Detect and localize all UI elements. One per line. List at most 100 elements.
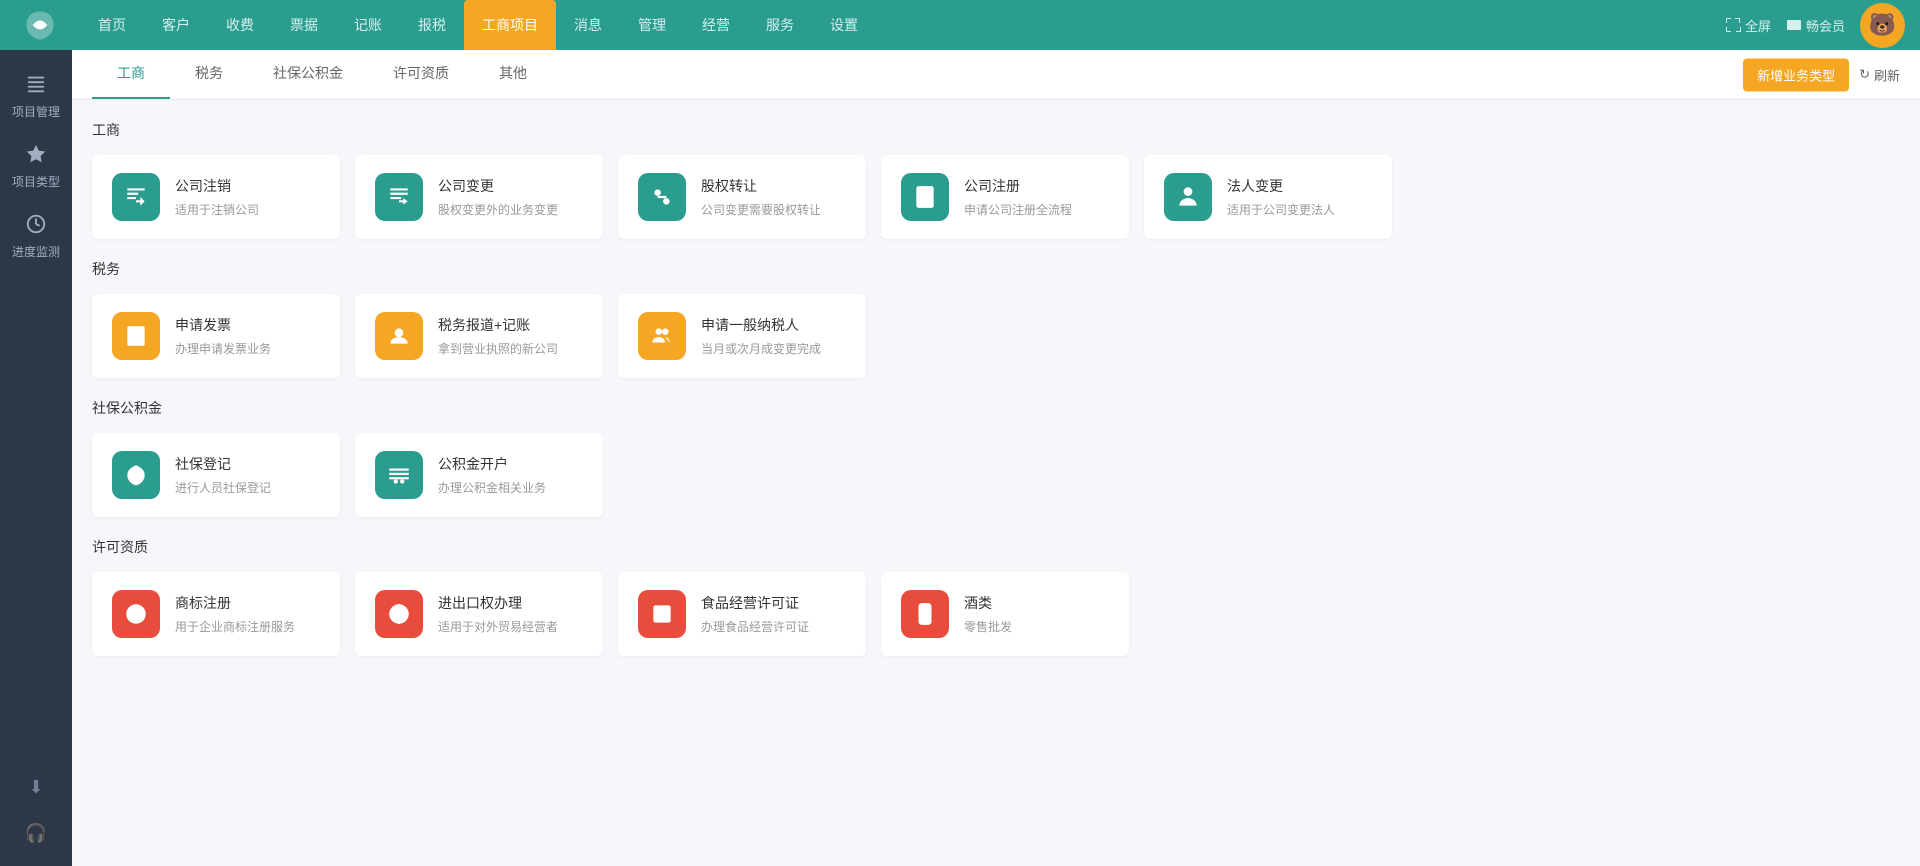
card-info-import-export: 进出口权办理 适用于对外贸易经营者 bbox=[438, 593, 583, 635]
card-title-company-change: 公司变更 bbox=[438, 176, 583, 196]
card-title-housing-fund: 公积金开户 bbox=[438, 454, 583, 474]
sidebar-label-project-management: 项目管理 bbox=[12, 103, 60, 120]
card-title-import-export: 进出口权办理 bbox=[438, 593, 583, 613]
icon-tax-accounting bbox=[375, 312, 423, 360]
card-info-tax-accounting: 税务报道+记账 拿到营业执照的新公司 bbox=[438, 315, 583, 357]
card-desc-trademark: 用于企业商标注册服务 bbox=[175, 618, 320, 635]
card-desc-liquor: 零售批发 bbox=[964, 618, 1109, 635]
nav-manage[interactable]: 管理 bbox=[620, 0, 684, 50]
card-desc-legal-change: 适用于公司变更法人 bbox=[1227, 201, 1372, 218]
icon-legal-change bbox=[1164, 173, 1212, 221]
icon-housing-fund bbox=[375, 451, 423, 499]
icon-import-export bbox=[375, 590, 423, 638]
nav-fee[interactable]: 收费 bbox=[208, 0, 272, 50]
card-housing-fund[interactable]: 公积金开户 办理公积金相关业务 bbox=[355, 433, 603, 517]
new-type-button[interactable]: 新增业务类型 bbox=[1743, 58, 1849, 91]
list-icon bbox=[22, 70, 50, 98]
sidebar-item-project-type[interactable]: 项目类型 bbox=[0, 130, 72, 200]
top-right: 全屏 畅会员 🐻 bbox=[1725, 3, 1920, 48]
nav-operate[interactable]: 经营 bbox=[684, 0, 748, 50]
card-title-social-insurance: 社保登记 bbox=[175, 454, 320, 474]
card-company-register[interactable]: 公司注册 申请公司注册全流程 bbox=[881, 155, 1129, 239]
nav-industry[interactable]: 工商项目 bbox=[464, 0, 556, 50]
tab-bar: 工商 税务 社保公积金 许可资质 其他 新增业务类型 ↻ 刷新 bbox=[72, 50, 1920, 100]
card-trademark[interactable]: ® 商标注册 用于企业商标注册服务 bbox=[92, 572, 340, 656]
nav-message[interactable]: 消息 bbox=[556, 0, 620, 50]
card-desc-company-cancel: 适用于注销公司 bbox=[175, 201, 320, 218]
membership-btn[interactable]: 畅会员 bbox=[1786, 16, 1845, 35]
card-desc-equity-transfer: 公司变更需要股权转让 bbox=[701, 201, 846, 218]
fullscreen-btn[interactable]: 全屏 bbox=[1725, 16, 1771, 35]
sidebar-label-project-type: 项目类型 bbox=[12, 173, 60, 190]
card-desc-tax-accounting: 拿到营业执照的新公司 bbox=[438, 340, 583, 357]
icon-food-permit bbox=[638, 590, 686, 638]
tab-bar-actions: 新增业务类型 ↻ 刷新 bbox=[1743, 58, 1900, 91]
refresh-icon: ↻ bbox=[1859, 67, 1870, 83]
cards-grid-permit: ® 商标注册 用于企业商标注册服务 进出口权办理 适用于对外贸易经营者 bbox=[92, 572, 1900, 656]
card-title-tax-accounting: 税务报道+记账 bbox=[438, 315, 583, 335]
icon-trademark: ® bbox=[112, 590, 160, 638]
card-general-taxpayer[interactable]: 申请一般纳税人 当月或次月成变更完成 bbox=[618, 294, 866, 378]
mascot-avatar[interactable]: 🐻 bbox=[1860, 3, 1905, 48]
nav-customer[interactable]: 客户 bbox=[144, 0, 208, 50]
nav-settings[interactable]: 设置 bbox=[812, 0, 876, 50]
section-title-industry: 工商 bbox=[92, 120, 1900, 140]
card-equity-transfer[interactable]: 股权转让 公司变更需要股权转让 bbox=[618, 155, 866, 239]
nav-account[interactable]: 记账 bbox=[336, 0, 400, 50]
nav-home[interactable]: 首页 bbox=[80, 0, 144, 50]
tab-permit[interactable]: 许可资质 bbox=[368, 50, 474, 99]
card-import-export[interactable]: 进出口权办理 适用于对外贸易经营者 bbox=[355, 572, 603, 656]
card-liquor[interactable]: 酒类 零售批发 bbox=[881, 572, 1129, 656]
logo bbox=[10, 7, 70, 43]
card-desc-company-change: 股权变更外的业务变更 bbox=[438, 201, 583, 218]
card-info-company-change: 公司变更 股权变更外的业务变更 bbox=[438, 176, 583, 218]
card-desc-general-taxpayer: 当月或次月成变更完成 bbox=[701, 340, 846, 357]
nav-bill[interactable]: 票据 bbox=[272, 0, 336, 50]
icon-general-taxpayer bbox=[638, 312, 686, 360]
card-title-food-permit: 食品经营许可证 bbox=[701, 593, 846, 613]
card-invoice[interactable]: 申请发票 办理申请发票业务 bbox=[92, 294, 340, 378]
tab-tax[interactable]: 税务 bbox=[170, 50, 248, 99]
card-title-equity-transfer: 股权转让 bbox=[701, 176, 846, 196]
card-title-trademark: 商标注册 bbox=[175, 593, 320, 613]
tab-other[interactable]: 其他 bbox=[474, 50, 552, 99]
card-info-legal-change: 法人变更 适用于公司变更法人 bbox=[1227, 176, 1372, 218]
card-legal-change[interactable]: 法人变更 适用于公司变更法人 bbox=[1144, 155, 1392, 239]
card-social-insurance[interactable]: 社保登记 进行人员社保登记 bbox=[92, 433, 340, 517]
card-tax-accounting[interactable]: 税务报道+记账 拿到营业执照的新公司 bbox=[355, 294, 603, 378]
card-title-invoice: 申请发票 bbox=[175, 315, 320, 335]
card-desc-social-insurance: 进行人员社保登记 bbox=[175, 479, 320, 496]
card-company-cancel[interactable]: 公司注销 适用于注销公司 bbox=[92, 155, 340, 239]
scroll-content[interactable]: 工商 公司注销 适用于注销公司 公司变更 bbox=[72, 100, 1920, 866]
icon-company-cancel bbox=[112, 173, 160, 221]
cards-grid-tax: 申请发票 办理申请发票业务 税务报道+记账 拿到营业执照的新公司 bbox=[92, 294, 1900, 378]
card-desc-invoice: 办理申请发票业务 bbox=[175, 340, 320, 357]
svg-text:®: ® bbox=[132, 607, 142, 622]
main-layout: 项目管理 项目类型 进度监测 ⬇ 🎧 工商 税务 社保公积金 许可资质 其他 bbox=[0, 50, 1920, 866]
card-desc-food-permit: 办理食品经营许可证 bbox=[701, 618, 846, 635]
sidebar-item-progress[interactable]: 进度监测 bbox=[0, 200, 72, 270]
card-title-company-register: 公司注册 bbox=[964, 176, 1109, 196]
nav-tax[interactable]: 报税 bbox=[400, 0, 464, 50]
nav-service[interactable]: 服务 bbox=[748, 0, 812, 50]
card-info-general-taxpayer: 申请一般纳税人 当月或次月成变更完成 bbox=[701, 315, 846, 357]
sidebar: 项目管理 项目类型 进度监测 ⬇ 🎧 bbox=[0, 50, 72, 866]
icon-equity-transfer bbox=[638, 173, 686, 221]
download-icon[interactable]: ⬇ bbox=[18, 769, 54, 805]
sidebar-item-project-management[interactable]: 项目管理 bbox=[0, 60, 72, 130]
card-title-company-cancel: 公司注销 bbox=[175, 176, 320, 196]
content-area: 工商 税务 社保公积金 许可资质 其他 新增业务类型 ↻ 刷新 工商 bbox=[72, 50, 1920, 866]
card-title-general-taxpayer: 申请一般纳税人 bbox=[701, 315, 846, 335]
tab-social-insurance[interactable]: 社保公积金 bbox=[248, 50, 368, 99]
card-company-change[interactable]: 公司变更 股权变更外的业务变更 bbox=[355, 155, 603, 239]
cards-grid-social: 社保登记 进行人员社保登记 公积金开户 办理公积金相关业务 bbox=[92, 433, 1900, 517]
card-food-permit[interactable]: 食品经营许可证 办理食品经营许可证 bbox=[618, 572, 866, 656]
icon-invoice bbox=[112, 312, 160, 360]
icon-social-insurance bbox=[112, 451, 160, 499]
refresh-button[interactable]: ↻ 刷新 bbox=[1859, 65, 1900, 84]
section-title-social: 社保公积金 bbox=[92, 398, 1900, 418]
card-info-equity-transfer: 股权转让 公司变更需要股权转让 bbox=[701, 176, 846, 218]
headset-icon[interactable]: 🎧 bbox=[18, 815, 54, 851]
tab-industry[interactable]: 工商 bbox=[92, 50, 170, 99]
card-info-liquor: 酒类 零售批发 bbox=[964, 593, 1109, 635]
